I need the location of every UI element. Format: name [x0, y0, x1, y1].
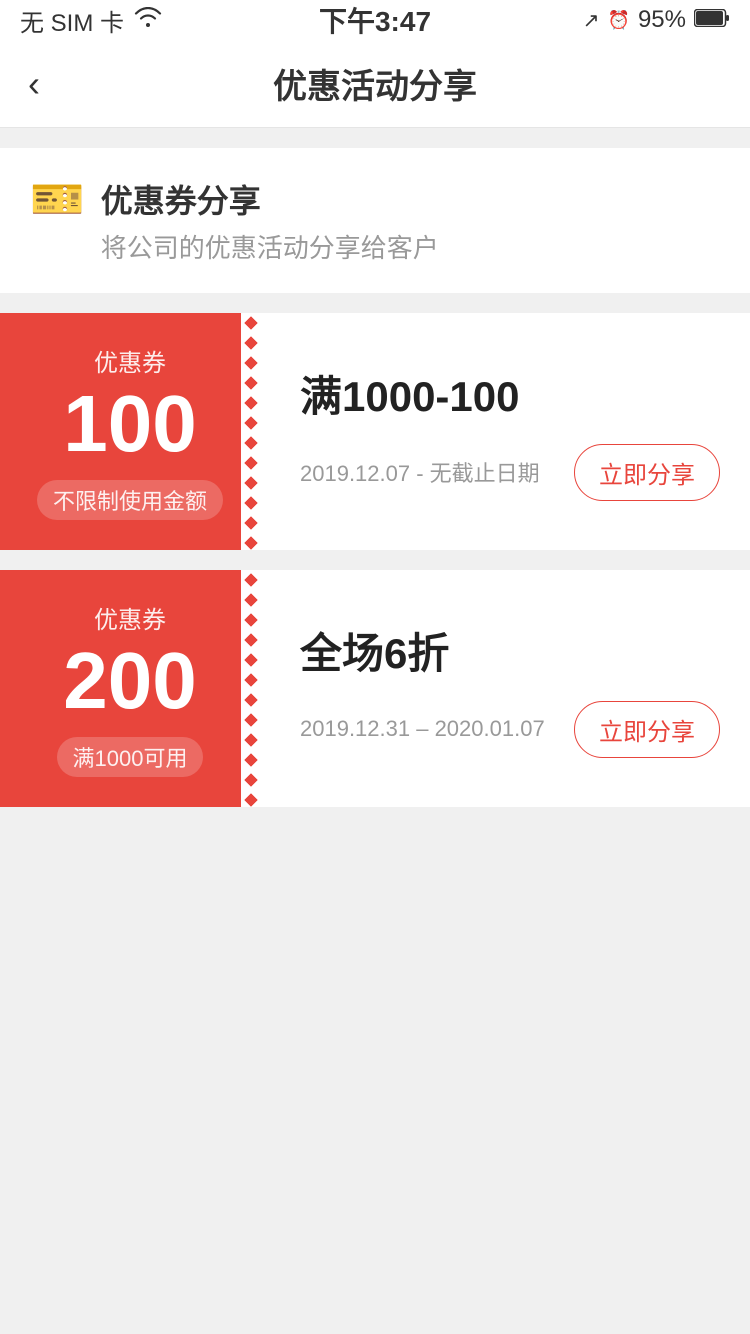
coupon-bottom-row-0: 2019.12.07 - 无截止日期 立即分享 — [300, 444, 720, 501]
page-title: 优惠活动分享 — [273, 59, 477, 108]
coupon-amount-1: 200 — [63, 641, 196, 721]
battery-text: 95% — [638, 6, 686, 34]
section-title: 优惠券分享 — [101, 176, 439, 222]
coupon-card: 优惠券 100 不限制使用金额 满1000-100 2019.12.07 - 无… — [0, 313, 750, 550]
section-text: 优惠券分享 将公司的优惠活动分享给客户 — [101, 176, 439, 265]
section-subtitle: 将公司的优惠活动分享给客户 — [101, 228, 439, 265]
coupon-condition-0: 不限制使用金额 — [37, 480, 223, 520]
share-button-0[interactable]: 立即分享 — [574, 444, 720, 501]
status-bar: 无 SIM 卡 下午3:47 ↗ ⏰ 95% — [0, 0, 750, 40]
coupon-section-icon: 🎫 — [30, 178, 85, 222]
coupon-date-0: 2019.12.07 - 无截止日期 — [300, 456, 540, 488]
coupon-card: 优惠券 200 满1000可用 全场6折 2019.12.31 – 2020.0… — [0, 570, 750, 807]
bottom-area — [0, 827, 750, 1227]
coupon-amount-0: 100 — [63, 384, 196, 464]
coupon-name-1: 全场6折 — [300, 620, 720, 681]
carrier-text: 无 SIM 卡 — [20, 3, 124, 38]
location-icon: ↗ — [583, 8, 600, 33]
coupon-name-0: 满1000-100 — [300, 363, 720, 424]
alarm-icon: ⏰ — [608, 10, 630, 31]
status-time: 下午3:47 — [319, 0, 431, 40]
coupon-date-1: 2019.12.31 – 2020.01.07 — [300, 716, 545, 742]
coupon-left-0: 优惠券 100 不限制使用金额 — [0, 313, 260, 550]
status-right: ↗ ⏰ 95% — [583, 6, 730, 34]
navigation-bar: ‹ 优惠活动分享 — [0, 40, 750, 128]
back-button[interactable]: ‹ — [28, 63, 40, 105]
coupon-label-1: 优惠券 — [94, 600, 166, 635]
coupon-right-1: 全场6折 2019.12.31 – 2020.01.07 立即分享 — [260, 570, 750, 807]
coupon-bottom-row-1: 2019.12.31 – 2020.01.07 立即分享 — [300, 701, 720, 758]
coupon-right-0: 满1000-100 2019.12.07 - 无截止日期 立即分享 — [260, 313, 750, 550]
coupon-left-1: 优惠券 200 满1000可用 — [0, 570, 260, 807]
section-header: 🎫 优惠券分享 将公司的优惠活动分享给客户 — [0, 148, 750, 293]
coupon-label-0: 优惠券 — [94, 343, 166, 378]
coupon-condition-1: 满1000可用 — [57, 737, 204, 777]
status-left: 无 SIM 卡 — [20, 3, 162, 38]
battery-icon — [694, 6, 730, 34]
coupon-list: 优惠券 100 不限制使用金额 满1000-100 2019.12.07 - 无… — [0, 313, 750, 827]
share-button-1[interactable]: 立即分享 — [574, 701, 720, 758]
wifi-icon — [134, 6, 162, 34]
